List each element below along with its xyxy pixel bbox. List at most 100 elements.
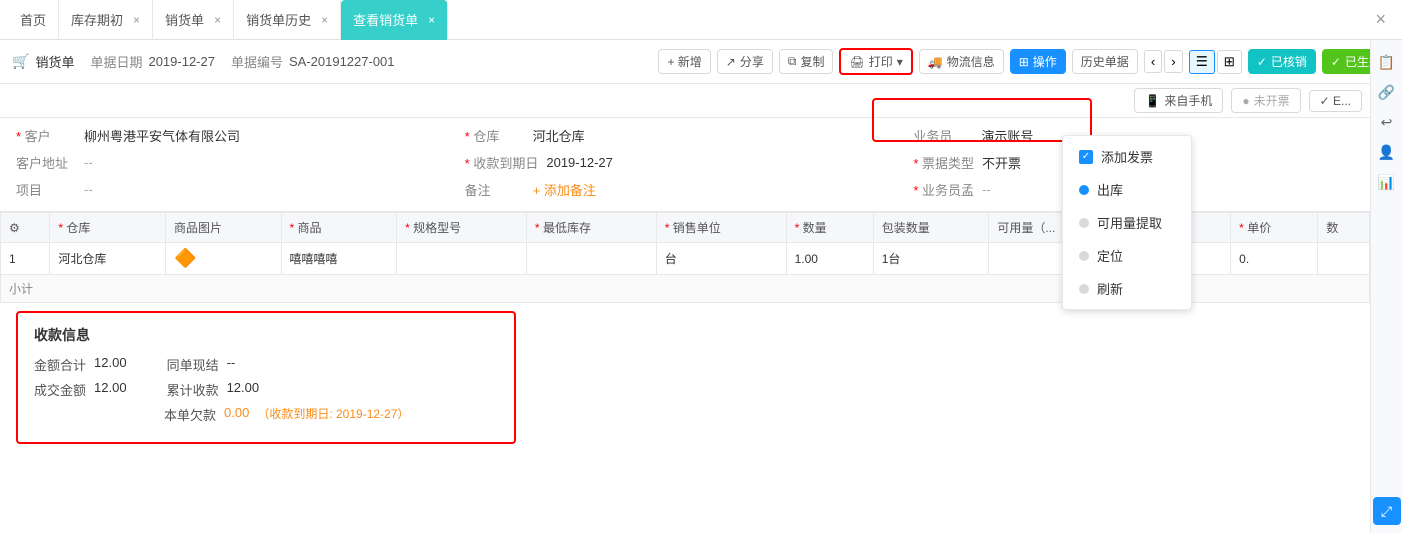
- doc-icon: 🛒: [12, 53, 29, 70]
- share-button[interactable]: ↗ 分享: [717, 49, 773, 74]
- receipt-balance: 本单欠款 0.00 （收款到期日: 2019-12-27）: [164, 405, 409, 424]
- view-list-button[interactable]: ☰: [1189, 50, 1215, 74]
- tab-close-sales-history[interactable]: ×: [321, 13, 328, 27]
- sidebar-user-icon[interactable]: 👤: [1373, 138, 1401, 166]
- doc-header: 🛒 销货单 单据日期 2019-12-27 单据编号 SA-20191227-0…: [0, 40, 1402, 84]
- dropdown-locate[interactable]: 定位: [1063, 239, 1191, 272]
- receipt-row-3: 本单欠款 0.00 （收款到期日: 2019-12-27）: [34, 405, 498, 424]
- row-minstock: [526, 243, 656, 275]
- tab-close-sales[interactable]: ×: [214, 13, 221, 27]
- field-address: 客户地址 --: [16, 153, 465, 172]
- new-button[interactable]: + 新增: [658, 49, 710, 74]
- col-settings: ⚙: [1, 213, 50, 243]
- receipt-settlement: 同单现结 --: [167, 355, 236, 374]
- doc-meta-date: 单据日期 2019-12-27: [90, 52, 215, 71]
- dot-refresh: [1079, 284, 1089, 294]
- col-warehouse: 仓库: [50, 213, 166, 243]
- tabs-bar: 首页 库存期初 × 销货单 × 销货单历史 × 查看销货单 × ×: [0, 0, 1402, 40]
- checkbox-add-invoice: ✓: [1079, 150, 1093, 164]
- row-unit: 台: [656, 243, 786, 275]
- tab-inventory[interactable]: 库存期初 ×: [59, 0, 153, 40]
- field-warehouse: 仓库 河北仓库: [465, 126, 914, 145]
- from-phone-button[interactable]: 📱 来自手机: [1134, 88, 1223, 113]
- row-extra: [1318, 243, 1370, 275]
- sold-button[interactable]: ✓ 已核销: [1248, 49, 1316, 74]
- doc-code-value: SA-20191227-001: [289, 54, 395, 69]
- receipt-row-2: 成交金额 12.00 累计收款 12.00: [34, 380, 498, 399]
- row-warehouse: 河北仓库: [50, 243, 166, 275]
- sidebar-expand-icon[interactable]: ⤢: [1373, 497, 1401, 525]
- sidebar-return-icon[interactable]: ↩: [1373, 108, 1401, 136]
- receipt-deal: 成交金额 12.00: [34, 380, 127, 399]
- row-img: 🔶: [165, 243, 281, 275]
- field-project: 项目 --: [16, 180, 465, 199]
- receipt-total: 金额合计 12.00: [34, 355, 127, 374]
- sidebar-doc-icon[interactable]: 📋: [1373, 48, 1401, 76]
- prev-button[interactable]: ‹: [1144, 50, 1162, 73]
- confirm1-button[interactable]: ✓ E...: [1309, 90, 1362, 112]
- dot-available-qty: [1079, 218, 1089, 228]
- operate-button[interactable]: ⊞ 操作: [1010, 49, 1066, 74]
- row-no: 1: [1, 243, 50, 275]
- doc-meta-code: 单据编号 SA-20191227-001: [231, 52, 395, 71]
- col-product: 商品: [281, 213, 397, 243]
- circle-icon: ●: [1242, 94, 1249, 108]
- share-icon: ↗: [726, 55, 736, 69]
- action-row: 📱 来自手机 ● 未开票 ✓ E...: [0, 84, 1402, 118]
- print-button[interactable]: 🖨 打印 ▾: [839, 48, 912, 75]
- col-minstock: 最低库存: [526, 213, 656, 243]
- row-spec: [397, 243, 527, 275]
- col-spec: 规格型号: [397, 213, 527, 243]
- add-note-button[interactable]: 添加备注: [533, 180, 596, 199]
- col-extra: 数: [1318, 213, 1370, 243]
- logistics-button[interactable]: 🚚 物流信息: [919, 49, 1004, 74]
- view-grid-button[interactable]: ⊞: [1217, 50, 1242, 74]
- next-button[interactable]: ›: [1164, 50, 1182, 73]
- field-customer: 客户 柳州粤港平安气体有限公司: [16, 126, 465, 145]
- field-note: 备注 添加备注: [465, 180, 914, 199]
- sidebar-chart-icon[interactable]: 📊: [1373, 168, 1401, 196]
- logistics-icon: 🚚: [928, 55, 943, 69]
- toolbar: + 新增 ↗ 分享 ⧉ 复制 🖨 打印 ▾ 🚚 物流信息: [658, 48, 1390, 75]
- right-sidebar: 📋 🔗 ↩ 👤 📊 ⤢: [1370, 40, 1402, 533]
- copy-icon: ⧉: [788, 54, 797, 69]
- dot-locate: [1079, 251, 1089, 261]
- dot-outbound: [1079, 185, 1089, 195]
- tab-close-inventory[interactable]: ×: [133, 13, 140, 27]
- dropdown-available-qty[interactable]: 可用量提取: [1063, 206, 1191, 239]
- col-price: 单价: [1231, 213, 1318, 243]
- dropdown-outbound[interactable]: 出库: [1063, 173, 1191, 206]
- history-button[interactable]: 历史单据: [1072, 49, 1138, 74]
- phone-icon: 📱: [1145, 94, 1160, 108]
- tab-sales-history[interactable]: 销货单历史 ×: [234, 0, 341, 40]
- col-packqty: 包装数量: [873, 213, 989, 243]
- col-qty: 数量: [786, 213, 873, 243]
- dropdown-menu: ✓ 添加发票 出库 可用量提取 定位 刷新: [1062, 135, 1192, 310]
- row-packqty: 1台: [873, 243, 989, 275]
- not-open-button[interactable]: ● 未开票: [1231, 88, 1300, 113]
- tab-close-view-sales[interactable]: ×: [428, 13, 435, 27]
- operate-icon: ⊞: [1019, 55, 1029, 69]
- view-switch: ☰ ⊞: [1189, 50, 1242, 74]
- nav-arrows: ‹ ›: [1144, 50, 1183, 73]
- row-qty: 1.00: [786, 243, 873, 275]
- tab-sales[interactable]: 销货单 ×: [153, 0, 234, 40]
- receipt-cumulative: 累计收款 12.00: [167, 380, 260, 399]
- window-close-button[interactable]: ×: [1367, 9, 1394, 30]
- print-dropdown-arrow: ▾: [897, 55, 903, 69]
- check-icon: ✓: [1257, 55, 1267, 69]
- col-img: 商品图片: [165, 213, 281, 243]
- field-due-date: 收款到期日 2019-12-27: [465, 153, 914, 172]
- dropdown-refresh[interactable]: 刷新: [1063, 272, 1191, 305]
- doc-date-value: 2019-12-27: [148, 54, 215, 69]
- copy-button[interactable]: ⧉ 复制: [779, 49, 834, 74]
- dropdown-add-invoice[interactable]: ✓ 添加发票: [1063, 140, 1191, 173]
- col-unit: 销售单位: [656, 213, 786, 243]
- row-price: 0.: [1231, 243, 1318, 275]
- receipt-box: 收款信息 金额合计 12.00 同单现结 -- 成交金额 12.00 累计收款: [16, 311, 516, 444]
- tab-home[interactable]: 首页: [8, 0, 59, 40]
- tab-view-sales[interactable]: 查看销货单 ×: [341, 0, 448, 40]
- doc-title-text: 销货单: [35, 52, 74, 71]
- sidebar-link-icon[interactable]: 🔗: [1373, 78, 1401, 106]
- receipt-title: 收款信息: [34, 325, 498, 345]
